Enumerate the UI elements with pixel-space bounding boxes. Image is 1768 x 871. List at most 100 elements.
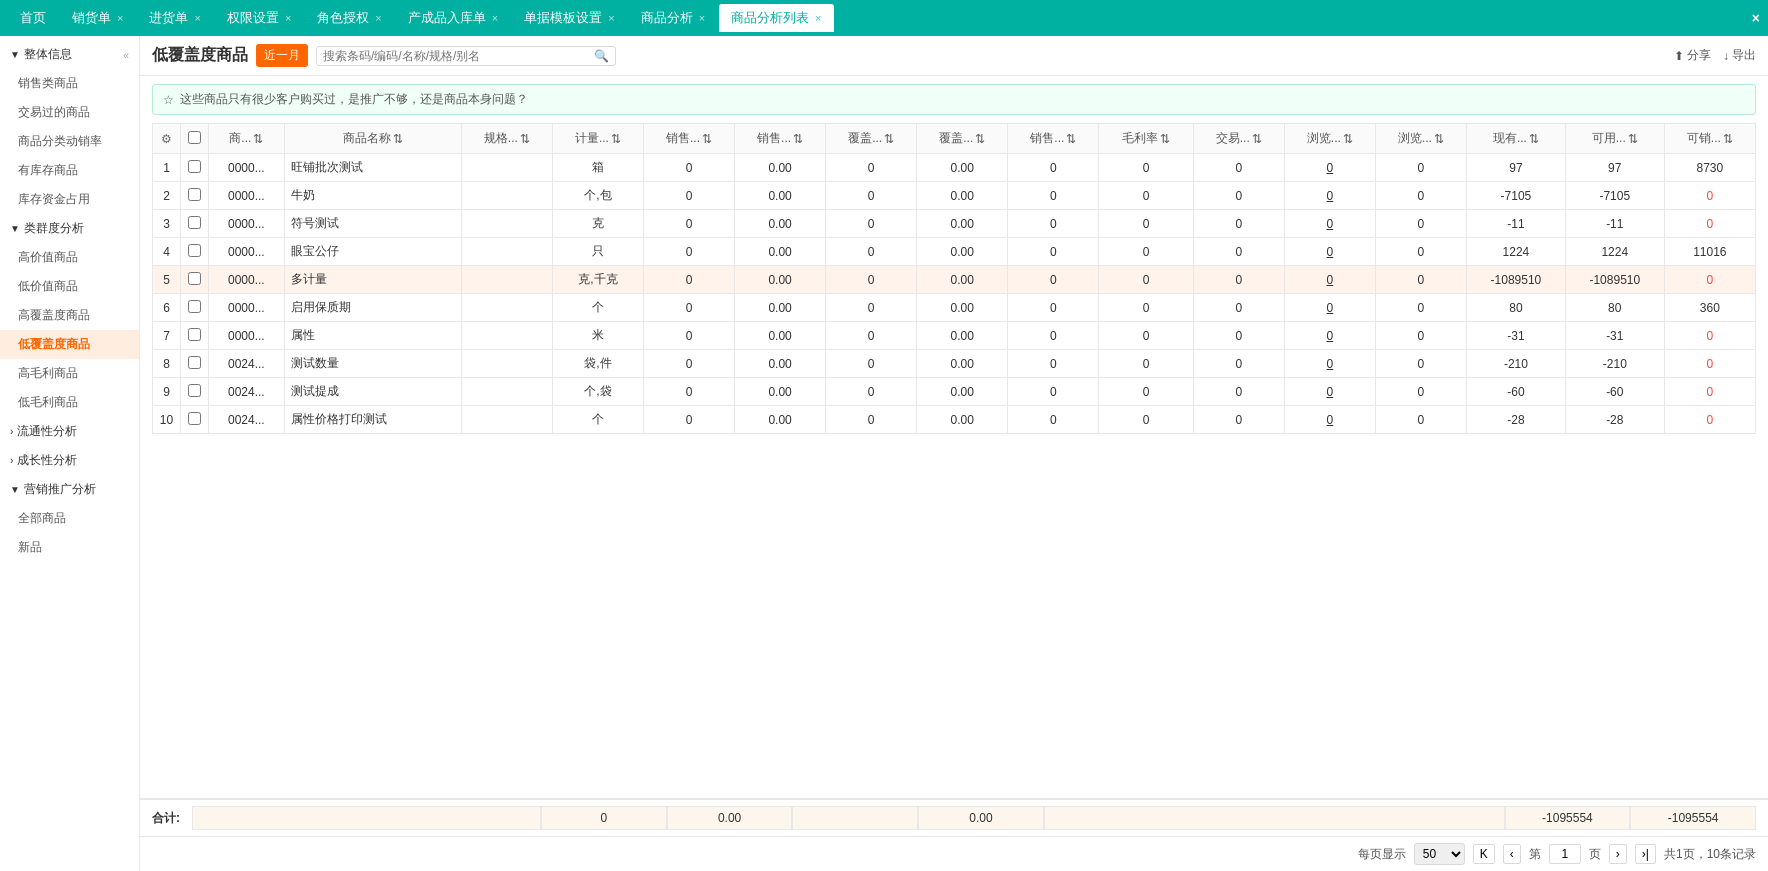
browse-link[interactable]: 0 bbox=[1327, 245, 1334, 259]
nav-tab-sales[interactable]: 销货单 × bbox=[60, 4, 135, 32]
sidebar-item-high-value[interactable]: 高价值商品 bbox=[0, 243, 139, 272]
sidebar-section-growth[interactable]: › 成长性分析 bbox=[0, 446, 139, 475]
sidebar-item-traded-goods[interactable]: 交易过的商品 bbox=[0, 98, 139, 127]
export-button[interactable]: ↓ 导出 bbox=[1723, 47, 1756, 64]
sidebar-item-stocked-goods[interactable]: 有库存商品 bbox=[0, 156, 139, 185]
th-cover2[interactable]: 覆盖...⇅ bbox=[917, 124, 1008, 154]
close-icon[interactable]: × bbox=[194, 12, 200, 24]
browse-link[interactable]: 0 bbox=[1327, 217, 1334, 231]
sidebar-item-category-rate[interactable]: 商品分类动销率 bbox=[0, 127, 139, 156]
cell-browse1[interactable]: 0 bbox=[1284, 210, 1375, 238]
close-icon[interactable]: × bbox=[375, 12, 381, 24]
close-all-button[interactable]: × bbox=[1752, 10, 1760, 26]
cell-checkbox[interactable] bbox=[181, 350, 209, 378]
nav-tab-home[interactable]: 首页 bbox=[8, 4, 58, 32]
nav-tab-template[interactable]: 单据模板设置 × bbox=[512, 4, 626, 32]
browse-link[interactable]: 0 bbox=[1327, 413, 1334, 427]
th-sales1[interactable]: 销售...⇅ bbox=[643, 124, 734, 154]
th-name[interactable]: 商品名称⇅ bbox=[284, 124, 461, 154]
nav-tab-product-analysis[interactable]: 商品分析 × bbox=[629, 4, 717, 32]
th-cover1[interactable]: 覆盖...⇅ bbox=[826, 124, 917, 154]
search-box[interactable]: 🔍 bbox=[316, 46, 616, 66]
sidebar-section-flow[interactable]: › 流通性分析 bbox=[0, 417, 139, 446]
row-checkbox[interactable] bbox=[188, 300, 201, 313]
settings-icon[interactable]: ⚙ bbox=[161, 132, 172, 146]
close-icon[interactable]: × bbox=[117, 12, 123, 24]
select-all-checkbox[interactable] bbox=[188, 131, 201, 144]
th-settings[interactable]: ⚙ bbox=[153, 124, 181, 154]
browse-link[interactable]: 0 bbox=[1327, 189, 1334, 203]
time-filter-button[interactable]: 近一月 bbox=[256, 44, 308, 67]
sidebar-section-diversity[interactable]: ▼ 类群度分析 bbox=[0, 214, 139, 243]
cell-checkbox[interactable] bbox=[181, 182, 209, 210]
sidebar-item-high-coverage[interactable]: 高覆盖度商品 bbox=[0, 301, 139, 330]
sidebar-item-low-value[interactable]: 低价值商品 bbox=[0, 272, 139, 301]
cell-checkbox[interactable] bbox=[181, 406, 209, 434]
share-button[interactable]: ⬆ 分享 bbox=[1674, 47, 1711, 64]
th-browse2[interactable]: 浏览...⇅ bbox=[1375, 124, 1466, 154]
next-page-button[interactable]: › bbox=[1609, 844, 1627, 864]
browse-link[interactable]: 0 bbox=[1327, 385, 1334, 399]
th-browse1[interactable]: 浏览...⇅ bbox=[1284, 124, 1375, 154]
search-input[interactable] bbox=[323, 49, 590, 63]
sidebar-item-sales-goods[interactable]: 销售类商品 bbox=[0, 69, 139, 98]
cell-checkbox[interactable] bbox=[181, 378, 209, 406]
sidebar-item-stock-capital[interactable]: 库存资金占用 bbox=[0, 185, 139, 214]
first-page-button[interactable]: K bbox=[1473, 844, 1495, 864]
close-icon[interactable]: × bbox=[492, 12, 498, 24]
sidebar-item-low-coverage[interactable]: 低覆盖度商品 bbox=[0, 330, 139, 359]
page-number-input[interactable] bbox=[1549, 844, 1581, 864]
sidebar-item-low-margin[interactable]: 低毛利商品 bbox=[0, 388, 139, 417]
th-code[interactable]: 商...⇅ bbox=[209, 124, 285, 154]
th-sales3[interactable]: 销售...⇅ bbox=[1008, 124, 1099, 154]
last-page-button[interactable]: ›| bbox=[1635, 844, 1656, 864]
cell-checkbox[interactable] bbox=[181, 266, 209, 294]
nav-tab-role[interactable]: 角色授权 × bbox=[305, 4, 393, 32]
sidebar-item-all-goods[interactable]: 全部商品 bbox=[0, 504, 139, 533]
browse-link[interactable]: 0 bbox=[1327, 301, 1334, 315]
row-checkbox[interactable] bbox=[188, 384, 201, 397]
th-stock1[interactable]: 现有...⇅ bbox=[1466, 124, 1565, 154]
cell-browse1[interactable]: 0 bbox=[1284, 294, 1375, 322]
cell-browse1[interactable]: 0 bbox=[1284, 322, 1375, 350]
cell-checkbox[interactable] bbox=[181, 238, 209, 266]
sidebar-item-high-margin[interactable]: 高毛利商品 bbox=[0, 359, 139, 388]
nav-tab-permission[interactable]: 权限设置 × bbox=[215, 4, 303, 32]
row-checkbox[interactable] bbox=[188, 328, 201, 341]
th-sellable[interactable]: 可销...⇅ bbox=[1664, 124, 1755, 154]
cell-browse1[interactable]: 0 bbox=[1284, 266, 1375, 294]
row-checkbox[interactable] bbox=[188, 356, 201, 369]
cell-browse1[interactable]: 0 bbox=[1284, 378, 1375, 406]
sidebar-section-marketing[interactable]: ▼ 营销推广分析 bbox=[0, 475, 139, 504]
search-icon[interactable]: 🔍 bbox=[594, 49, 609, 63]
cell-browse1[interactable]: 0 bbox=[1284, 238, 1375, 266]
th-checkbox[interactable] bbox=[181, 124, 209, 154]
cell-browse1[interactable]: 0 bbox=[1284, 182, 1375, 210]
row-checkbox[interactable] bbox=[188, 160, 201, 173]
cell-browse1[interactable]: 0 bbox=[1284, 406, 1375, 434]
table-container[interactable]: ⚙ 商...⇅ 商品名称⇅ 规格...⇅ 计量...⇅ 销售...⇅ 销售...… bbox=[140, 123, 1768, 798]
close-icon[interactable]: × bbox=[608, 12, 614, 24]
cell-checkbox[interactable] bbox=[181, 322, 209, 350]
th-unit[interactable]: 计量...⇅ bbox=[552, 124, 643, 154]
th-sales2[interactable]: 销售...⇅ bbox=[735, 124, 826, 154]
close-icon[interactable]: × bbox=[815, 12, 821, 24]
browse-link[interactable]: 0 bbox=[1327, 273, 1334, 287]
page-size-select[interactable]: 50 100 200 bbox=[1414, 843, 1465, 865]
sidebar-section-overview[interactable]: ▼ 整体信息 « bbox=[0, 40, 139, 69]
browse-link[interactable]: 0 bbox=[1327, 329, 1334, 343]
row-checkbox[interactable] bbox=[188, 272, 201, 285]
th-trade[interactable]: 交易...⇅ bbox=[1193, 124, 1284, 154]
browse-link[interactable]: 0 bbox=[1327, 161, 1334, 175]
nav-tab-purchase[interactable]: 进货单 × bbox=[137, 4, 212, 32]
cell-checkbox[interactable] bbox=[181, 294, 209, 322]
nav-tab-product-analysis-list[interactable]: 商品分析列表 × bbox=[719, 4, 833, 32]
nav-tab-product-warehouse[interactable]: 产成品入库单 × bbox=[396, 4, 510, 32]
th-stock2[interactable]: 可用...⇅ bbox=[1565, 124, 1664, 154]
th-spec[interactable]: 规格...⇅ bbox=[461, 124, 552, 154]
row-checkbox[interactable] bbox=[188, 188, 201, 201]
sidebar-item-new-goods[interactable]: 新品 bbox=[0, 533, 139, 562]
close-icon[interactable]: × bbox=[285, 12, 291, 24]
cell-browse1[interactable]: 0 bbox=[1284, 350, 1375, 378]
collapse-icon[interactable]: « bbox=[123, 49, 129, 61]
